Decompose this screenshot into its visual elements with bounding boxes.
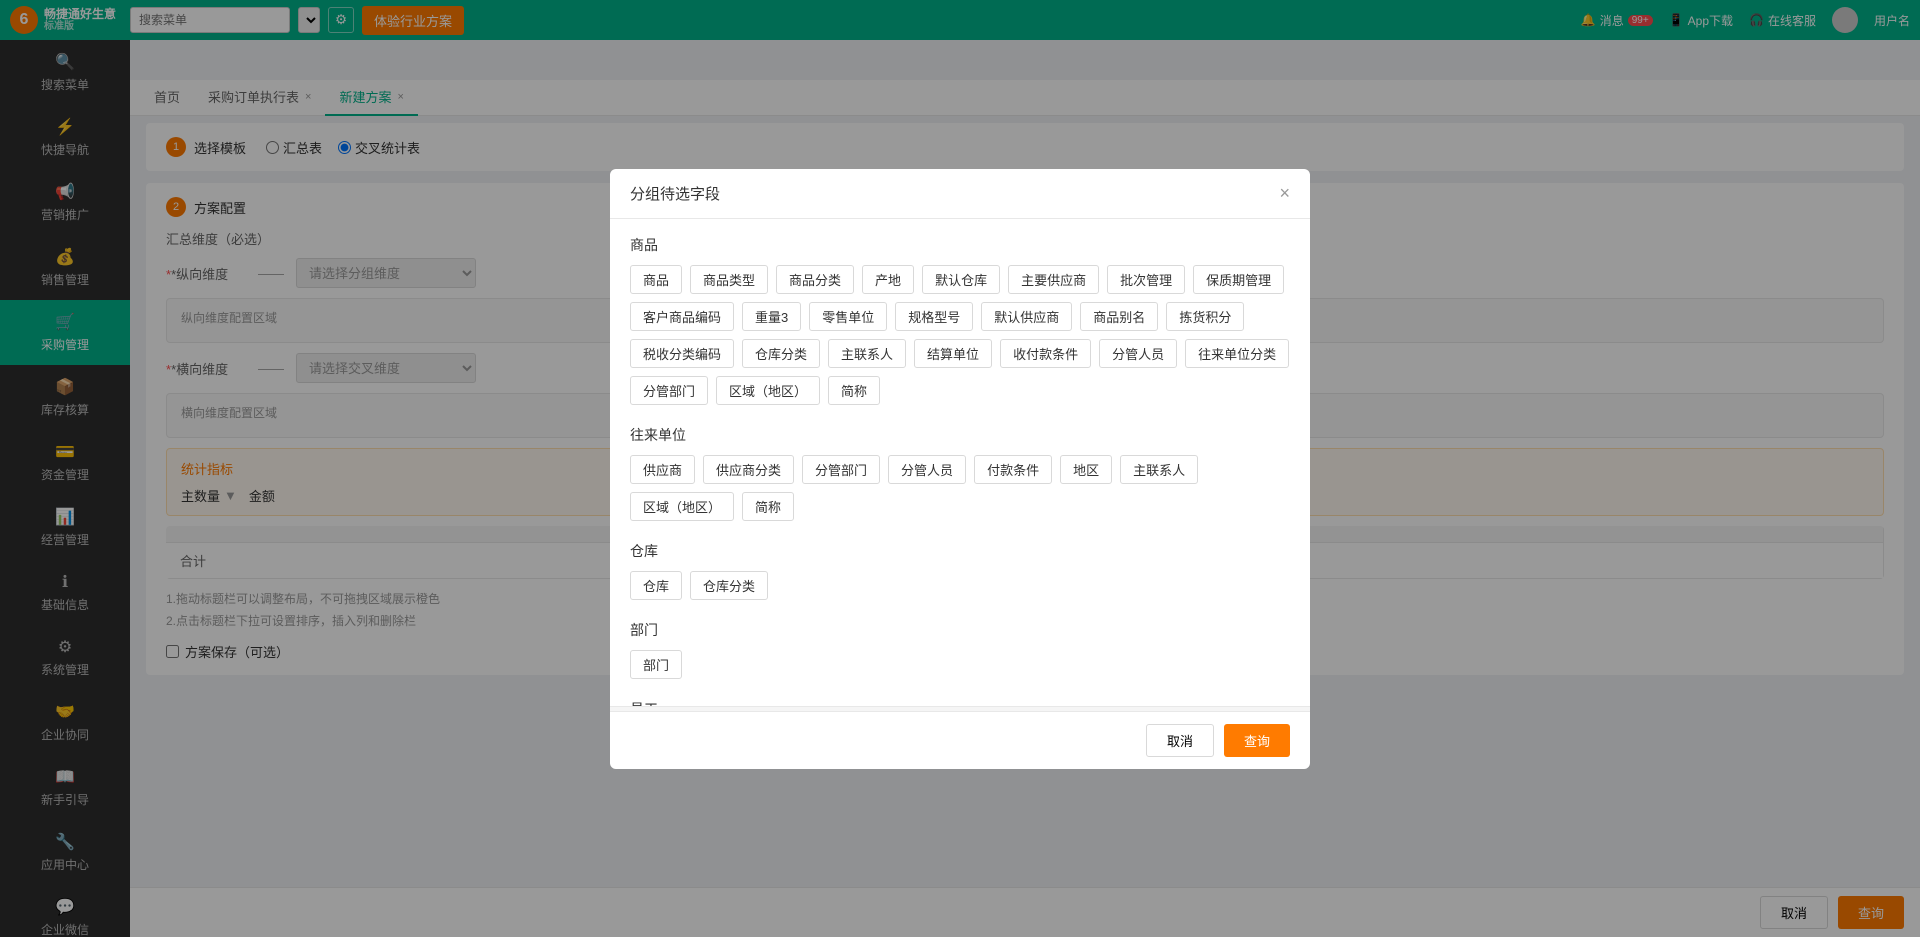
field-tag-manager[interactable]: 分管人员 (1099, 339, 1177, 368)
field-tag-pay-terms[interactable]: 付款条件 (974, 455, 1052, 484)
field-tag-pick-points[interactable]: 拣货积分 (1166, 302, 1244, 331)
field-tag-warehouse-cat[interactable]: 仓库分类 (742, 339, 820, 368)
field-tag-settlement-unit[interactable]: 结算单位 (914, 339, 992, 368)
category-warehouse-title: 仓库 (630, 541, 1290, 561)
field-tag-abbr2[interactable]: 简称 (742, 492, 794, 521)
field-tag-spec-model[interactable]: 规格型号 (895, 302, 973, 331)
warehouse-tags: 仓库 仓库分类 (630, 571, 1290, 600)
field-tag-supplier-cat[interactable]: 供应商分类 (703, 455, 794, 484)
field-tag-retail-unit[interactable]: 零售单位 (809, 302, 887, 331)
modal-footer: 取消 查询 (610, 711, 1310, 769)
field-tag-warehouse-category[interactable]: 仓库分类 (690, 571, 768, 600)
modal-title: 分组待选字段 (630, 183, 720, 204)
goods-tags: 商品 商品类型 商品分类 产地 默认仓库 主要供应商 批次管理 保质期管理 客户… (630, 265, 1290, 405)
field-tag-goods-type[interactable]: 商品类型 (690, 265, 768, 294)
field-tag-default-supplier[interactable]: 默认供应商 (981, 302, 1072, 331)
category-goods: 商品 商品 商品类型 商品分类 产地 默认仓库 主要供应商 批次管理 保质期管理… (630, 235, 1290, 405)
field-tag-region[interactable]: 区域（地区） (716, 376, 820, 405)
field-tag-dept-charge[interactable]: 分管部门 (630, 376, 708, 405)
category-warehouse: 仓库 仓库 仓库分类 (630, 541, 1290, 600)
field-tag-main-contact2[interactable]: 主联系人 (1120, 455, 1198, 484)
category-staff: 员工 业务员 (630, 699, 1290, 707)
category-dept: 部门 部门 (630, 620, 1290, 679)
modal-overlay: 分组待选字段 × 商品 商品 商品类型 商品分类 产地 默认仓库 主要供应商 批… (0, 0, 1920, 937)
field-tag-customer-sku[interactable]: 客户商品编码 (630, 302, 734, 331)
category-goods-title: 商品 (630, 235, 1290, 255)
field-tag-supplier[interactable]: 供应商 (630, 455, 695, 484)
field-selection-modal: 分组待选字段 × 商品 商品 商品类型 商品分类 产地 默认仓库 主要供应商 批… (610, 169, 1310, 769)
dept-tags: 部门 (630, 650, 1290, 679)
modal-cancel-button[interactable]: 取消 (1146, 724, 1214, 757)
category-partner: 往来单位 供应商 供应商分类 分管部门 分管人员 付款条件 地区 主联系人 区域… (630, 425, 1290, 521)
field-tag-goods-category[interactable]: 商品分类 (776, 265, 854, 294)
field-tag-area[interactable]: 地区 (1060, 455, 1112, 484)
field-tag-expiry-mgmt[interactable]: 保质期管理 (1193, 265, 1284, 294)
modal-close-button[interactable]: × (1279, 183, 1290, 204)
category-partner-title: 往来单位 (630, 425, 1290, 445)
field-tag-default-warehouse[interactable]: 默认仓库 (922, 265, 1000, 294)
field-tag-region2[interactable]: 区域（地区） (630, 492, 734, 521)
field-tag-origin[interactable]: 产地 (862, 265, 914, 294)
field-tag-main-supplier[interactable]: 主要供应商 (1008, 265, 1099, 294)
field-tag-abbr[interactable]: 简称 (828, 376, 880, 405)
field-tag-batch-mgmt[interactable]: 批次管理 (1107, 265, 1185, 294)
modal-header: 分组待选字段 × (610, 169, 1310, 219)
field-tag-goods-alias[interactable]: 商品别名 (1080, 302, 1158, 331)
field-tag-partner-cat[interactable]: 往来单位分类 (1185, 339, 1289, 368)
category-dept-title: 部门 (630, 620, 1290, 640)
field-tag-tax-code[interactable]: 税收分类编码 (630, 339, 734, 368)
modal-confirm-button[interactable]: 查询 (1224, 724, 1290, 757)
modal-body: 商品 商品 商品类型 商品分类 产地 默认仓库 主要供应商 批次管理 保质期管理… (610, 219, 1310, 707)
field-tag-payment-terms[interactable]: 收付款条件 (1000, 339, 1091, 368)
field-tag-goods[interactable]: 商品 (630, 265, 682, 294)
field-tag-main-contact[interactable]: 主联系人 (828, 339, 906, 368)
field-tag-weight3[interactable]: 重量3 (742, 302, 801, 331)
field-tag-dept-in-charge[interactable]: 分管部门 (802, 455, 880, 484)
partner-tags: 供应商 供应商分类 分管部门 分管人员 付款条件 地区 主联系人 区域（地区） … (630, 455, 1290, 521)
category-staff-title: 员工 (630, 699, 1290, 707)
field-tag-warehouse[interactable]: 仓库 (630, 571, 682, 600)
field-tag-dept[interactable]: 部门 (630, 650, 682, 679)
field-tag-person-in-charge[interactable]: 分管人员 (888, 455, 966, 484)
